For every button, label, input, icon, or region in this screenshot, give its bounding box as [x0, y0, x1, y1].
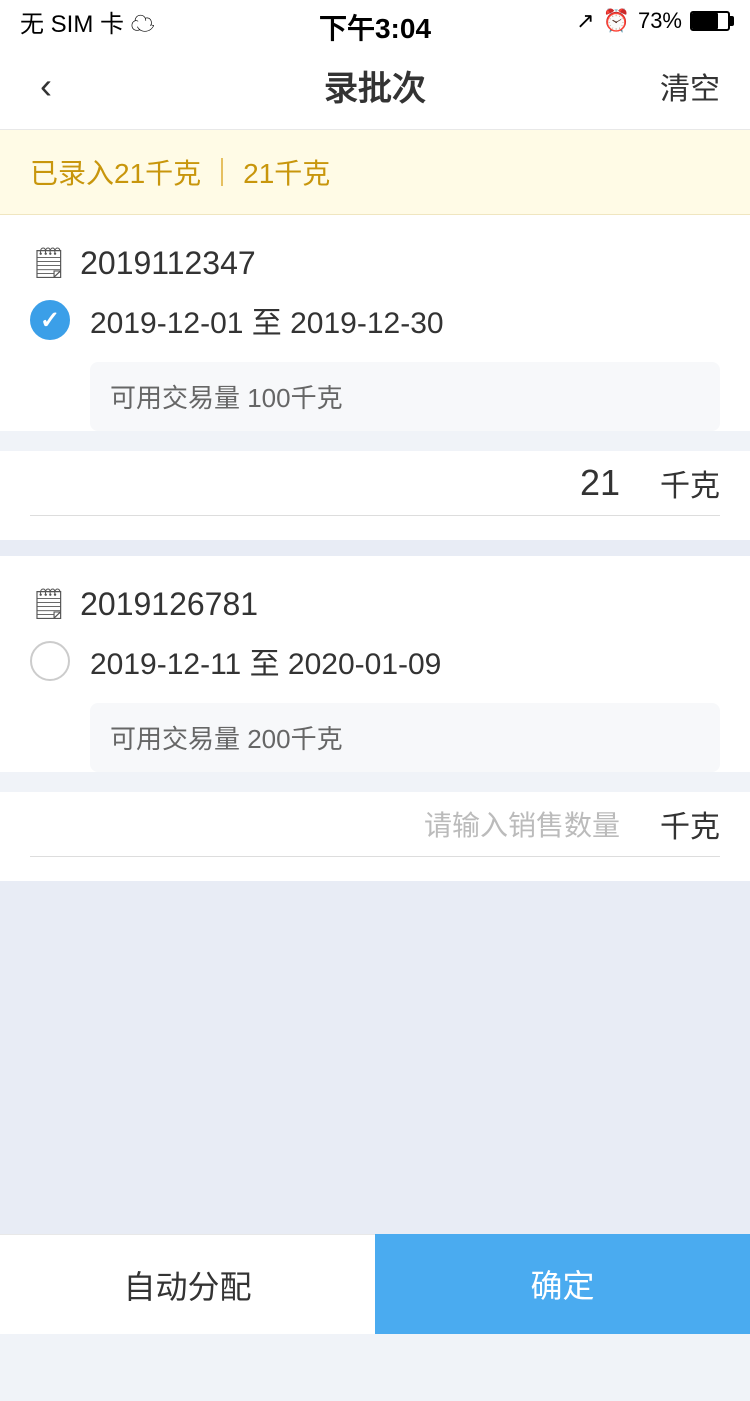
amount-unit-1: 千克: [660, 461, 720, 505]
status-left: 无 SIM 卡 ☁: [20, 4, 155, 39]
status-time: 下午3:04: [319, 7, 431, 47]
batch-header-1: 🗒 2019112347: [30, 245, 720, 282]
batch-date-row-1: 2019-12-01 至 2019-12-30: [30, 298, 720, 342]
batch-date-2: 2019-12-11 至 2020-01-09: [90, 639, 441, 683]
clear-button[interactable]: 清空: [660, 64, 720, 108]
recorded-amount-label: 已录入21千克: [30, 152, 201, 192]
info-divider: [221, 158, 223, 186]
info-bar: 已录入21千克 21千克: [0, 130, 750, 215]
auto-distribute-button[interactable]: 自动分配: [0, 1234, 375, 1334]
batch-date-1: 2019-12-01 至 2019-12-30: [90, 298, 444, 342]
confirm-button[interactable]: 确定: [375, 1234, 750, 1334]
amount-inner-2: 请输入销售数量 千克: [30, 802, 720, 857]
available-text-2: 可用交易量 200千克: [110, 724, 343, 754]
battery-icon: [690, 11, 730, 31]
batch-item-2: 🗒 2019126781 2019-12-11 至 2020-01-09 可用交…: [0, 556, 750, 772]
batch-radio-2[interactable]: [30, 641, 70, 681]
status-bar: 无 SIM 卡 ☁ 下午3:04 ↗ ⏰ 73%: [0, 0, 750, 42]
batch-header-2: 🗒 2019126781: [30, 586, 720, 623]
amount-placeholder-2[interactable]: 请输入销售数量: [30, 804, 620, 844]
available-text-1: 可用交易量 100千克: [110, 383, 343, 413]
battery-percent: 73%: [638, 8, 682, 34]
alarm-icon: ⏰: [603, 8, 630, 34]
amount-inner-1: 21 千克: [30, 461, 720, 516]
available-box-1: 可用交易量 100千克: [90, 362, 720, 431]
nav-bar: ‹ 录批次 清空: [0, 42, 750, 130]
batch-doc-icon-1: 🗒: [30, 246, 68, 281]
batch-date-row-2: 2019-12-11 至 2020-01-09: [30, 639, 720, 683]
batch-radio-1[interactable]: [30, 300, 70, 340]
amount-value-1[interactable]: 21: [580, 462, 620, 504]
section-divider: [0, 540, 750, 556]
amount-section-2: 请输入销售数量 千克: [0, 792, 750, 881]
back-button[interactable]: ‹: [30, 55, 62, 117]
footer: 自动分配 确定: [0, 1234, 750, 1334]
sim-status: 无 SIM 卡 ☁: [20, 4, 155, 39]
batch-item-1: 🗒 2019112347 2019-12-01 至 2019-12-30 可用交…: [0, 215, 750, 431]
available-box-2: 可用交易量 200千克: [90, 703, 720, 772]
content-area: 🗒 2019112347 2019-12-01 至 2019-12-30 可用交…: [0, 215, 750, 1401]
amount-section-1: 21 千克: [0, 451, 750, 540]
batch-doc-icon-2: 🗒: [30, 587, 68, 622]
recorded-amount-value: 21千克: [243, 152, 330, 192]
page-title: 录批次: [324, 61, 426, 110]
status-right: ↗ ⏰ 73%: [576, 8, 730, 34]
batch-id-2: 2019126781: [80, 586, 258, 623]
amount-unit-2: 千克: [660, 802, 720, 846]
batch-id-1: 2019112347: [80, 245, 256, 282]
location-icon: ↗: [576, 8, 594, 34]
